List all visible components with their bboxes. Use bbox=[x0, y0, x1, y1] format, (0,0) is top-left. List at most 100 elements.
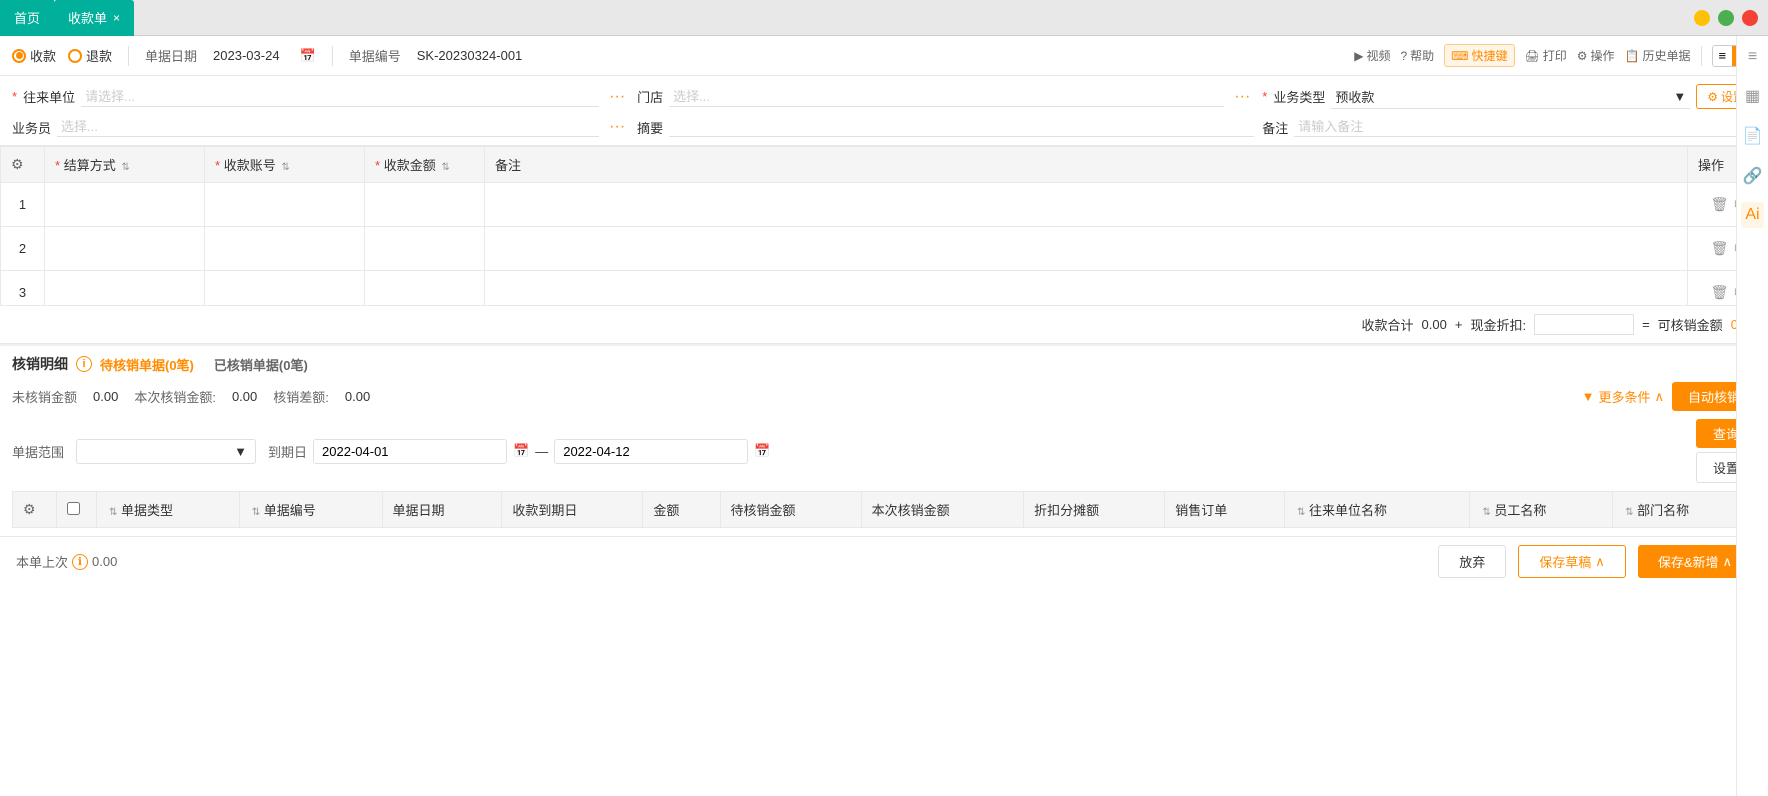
bt-sort-icon[interactable]: ⇅ bbox=[109, 507, 117, 518]
help-button[interactable]: ? 帮助 bbox=[1400, 47, 1434, 64]
more-filter-button[interactable]: ▼ 更多条件 ∧ bbox=[1582, 387, 1664, 406]
tab-home[interactable]: 首页 bbox=[0, 0, 54, 36]
date-to-input[interactable] bbox=[554, 439, 748, 464]
store-input[interactable] bbox=[669, 87, 1224, 107]
history-button[interactable]: 📋 历史单据 bbox=[1625, 47, 1691, 64]
pending-tab[interactable]: 待核销单据(0笔) bbox=[100, 355, 194, 374]
row-2-remark[interactable] bbox=[485, 227, 1688, 271]
save-draft-chevron-icon: ∧ bbox=[1595, 554, 1605, 570]
bt-col-bill-date: 单据日期 bbox=[382, 492, 502, 528]
reconcile-filter: 单据范围 ▼ 到期日 📅 — 📅 查询 设置 bbox=[12, 419, 1756, 483]
cash-discount-input[interactable] bbox=[1534, 314, 1634, 335]
form-fields: * 往来单位 ··· 门店 ··· * 业务类型 预收款 ▼ ⚙ 设置 bbox=[0, 76, 1768, 146]
form-toolbar: 收款 退款 单据日期 2023-03-24 📅 单据编号 SK-20230324… bbox=[0, 36, 1768, 76]
list-view-button[interactable]: ≡ bbox=[1713, 46, 1733, 66]
radio-receipt[interactable]: 收款 bbox=[12, 46, 56, 65]
summary-field-group: 摘要 bbox=[637, 117, 1254, 137]
tab-home-label: 首页 bbox=[14, 8, 40, 27]
abandon-button[interactable]: 放弃 bbox=[1438, 545, 1506, 578]
row-1-remark[interactable] bbox=[485, 183, 1688, 227]
bt-settings-icon[interactable]: ⚙ bbox=[23, 501, 36, 517]
settle-sort-icon[interactable]: ⇅ bbox=[121, 162, 129, 173]
row-3-remark[interactable] bbox=[485, 271, 1688, 307]
bt-num-sort-icon[interactable]: ⇅ bbox=[252, 507, 260, 518]
sidebar-doc-icon[interactable]: 📄 bbox=[1739, 122, 1767, 150]
table-settings-icon[interactable]: ⚙ bbox=[11, 156, 24, 172]
account-sort-icon[interactable]: ⇅ bbox=[281, 162, 289, 173]
row-num-2: 2 bbox=[1, 227, 45, 271]
reconcile-table: ⚙ ⇅ 单据类型 ⇅ 单据编号 bbox=[12, 491, 1756, 528]
bt-dept-sort-icon[interactable]: ⇅ bbox=[1625, 507, 1633, 518]
save-new-button[interactable]: 保存&新增 ∧ bbox=[1638, 545, 1752, 578]
sidebar-menu-icon[interactable]: ≡ bbox=[1744, 44, 1761, 70]
row-2-settle[interactable] bbox=[45, 227, 205, 271]
radio-refund[interactable]: 退款 bbox=[68, 46, 112, 65]
minimize-button[interactable] bbox=[1694, 10, 1710, 26]
partner-input[interactable] bbox=[81, 87, 599, 107]
bt-col-staff: ⇅ 员工名称 bbox=[1470, 492, 1613, 528]
footer: 本单上次 ℹ 0.00 放弃 保存草稿 ∧ 保存&新增 ∧ bbox=[0, 536, 1768, 586]
form-row-2: 业务员 ··· 摘要 备注 bbox=[12, 117, 1756, 137]
table-col-remark: 备注 bbox=[485, 147, 1688, 183]
range-select[interactable]: ▼ bbox=[76, 439, 256, 464]
done-tab[interactable]: 已核销单据(0笔) bbox=[214, 355, 308, 374]
cash-discount-label: 现金折扣: bbox=[1470, 315, 1526, 334]
summary-label: 摘要 bbox=[637, 118, 663, 137]
calendar-icon[interactable]: 📅 bbox=[300, 48, 316, 64]
partner-more-button[interactable]: ··· bbox=[605, 88, 629, 106]
bt-col-settings[interactable]: ⚙ bbox=[13, 492, 57, 528]
tab-close-icon[interactable]: × bbox=[113, 11, 120, 25]
shortcut-icon: ⌨ bbox=[1451, 49, 1468, 63]
business-type-select[interactable]: 预收款 ▼ bbox=[1331, 85, 1690, 109]
staff-more-button[interactable]: ··· bbox=[605, 118, 629, 136]
print-button[interactable]: 🖨 打印 bbox=[1525, 47, 1567, 64]
bt-partner-sort-icon[interactable]: ⇅ bbox=[1297, 507, 1305, 518]
shortcut-button[interactable]: ⌨ 快捷键 bbox=[1444, 44, 1514, 67]
save-draft-button[interactable]: 保存草稿 ∧ bbox=[1518, 545, 1626, 578]
sidebar-link-icon[interactable]: 🔗 bbox=[1739, 162, 1767, 190]
table-col-settings[interactable]: ⚙ bbox=[1, 147, 45, 183]
bt-col-check bbox=[57, 492, 97, 528]
row-3-settle[interactable] bbox=[45, 271, 205, 307]
date-range-separator: — bbox=[535, 444, 548, 459]
bottom-table-container: ⚙ ⇅ 单据类型 ⇅ 单据编号 bbox=[12, 491, 1756, 528]
row-3-account[interactable] bbox=[205, 271, 365, 307]
table-row: 1 🗑 ⧉ bbox=[1, 183, 1768, 227]
operations-button[interactable]: ⚙ 操作 bbox=[1577, 47, 1615, 64]
row-2-delete-icon[interactable]: 🗑 bbox=[1711, 240, 1729, 257]
reconcile-info-icon[interactable]: i bbox=[76, 356, 92, 372]
operations-icon: ⚙ bbox=[1577, 49, 1588, 63]
remark-label: 备注 bbox=[1262, 118, 1288, 137]
close-button[interactable] bbox=[1742, 10, 1758, 26]
this-bill-info-icon[interactable]: ℹ bbox=[72, 554, 88, 570]
reconcile-section: 核销明细 i 待核销单据(0笔) 已核销单据(0笔) 未核销金额 0.00 本次… bbox=[0, 344, 1768, 536]
bt-staff-sort-icon[interactable]: ⇅ bbox=[1482, 507, 1490, 518]
sidebar-table-icon[interactable]: ▦ bbox=[1741, 82, 1764, 110]
row-3-amount[interactable] bbox=[365, 271, 485, 307]
calendar-from-icon[interactable]: 📅 bbox=[513, 443, 529, 459]
row-3-delete-icon[interactable]: 🗑 bbox=[1711, 284, 1729, 301]
row-1-settle[interactable] bbox=[45, 183, 205, 227]
summary-input[interactable] bbox=[669, 117, 1254, 137]
date-from-input[interactable] bbox=[313, 439, 507, 464]
remark-input[interactable] bbox=[1294, 117, 1756, 137]
row-2-account[interactable] bbox=[205, 227, 365, 271]
bt-col-amount: 金额 bbox=[643, 492, 720, 528]
sidebar-ai-icon[interactable]: Ai bbox=[1741, 202, 1763, 228]
print-icon: 🖨 bbox=[1525, 49, 1540, 63]
row-1-delete-icon[interactable]: 🗑 bbox=[1711, 196, 1729, 213]
row-1-account[interactable] bbox=[205, 183, 365, 227]
tab-receipt[interactable]: 收款单 × bbox=[54, 0, 134, 36]
partner-field-group: * 往来单位 ··· bbox=[12, 87, 629, 107]
calendar-to-icon[interactable]: 📅 bbox=[754, 443, 770, 459]
amount-sort-icon[interactable]: ⇅ bbox=[441, 162, 449, 173]
date-value: 2023-03-24 bbox=[213, 48, 280, 63]
store-more-button[interactable]: ··· bbox=[1230, 88, 1254, 106]
form-row-1: * 往来单位 ··· 门店 ··· * 业务类型 预收款 ▼ ⚙ 设置 bbox=[12, 84, 1756, 109]
row-1-amount[interactable] bbox=[365, 183, 485, 227]
bt-check-all[interactable] bbox=[67, 502, 80, 515]
video-button[interactable]: ▶ 视频 bbox=[1354, 47, 1390, 64]
staff-input[interactable] bbox=[57, 117, 599, 137]
maximize-button[interactable] bbox=[1718, 10, 1734, 26]
row-2-amount[interactable] bbox=[365, 227, 485, 271]
